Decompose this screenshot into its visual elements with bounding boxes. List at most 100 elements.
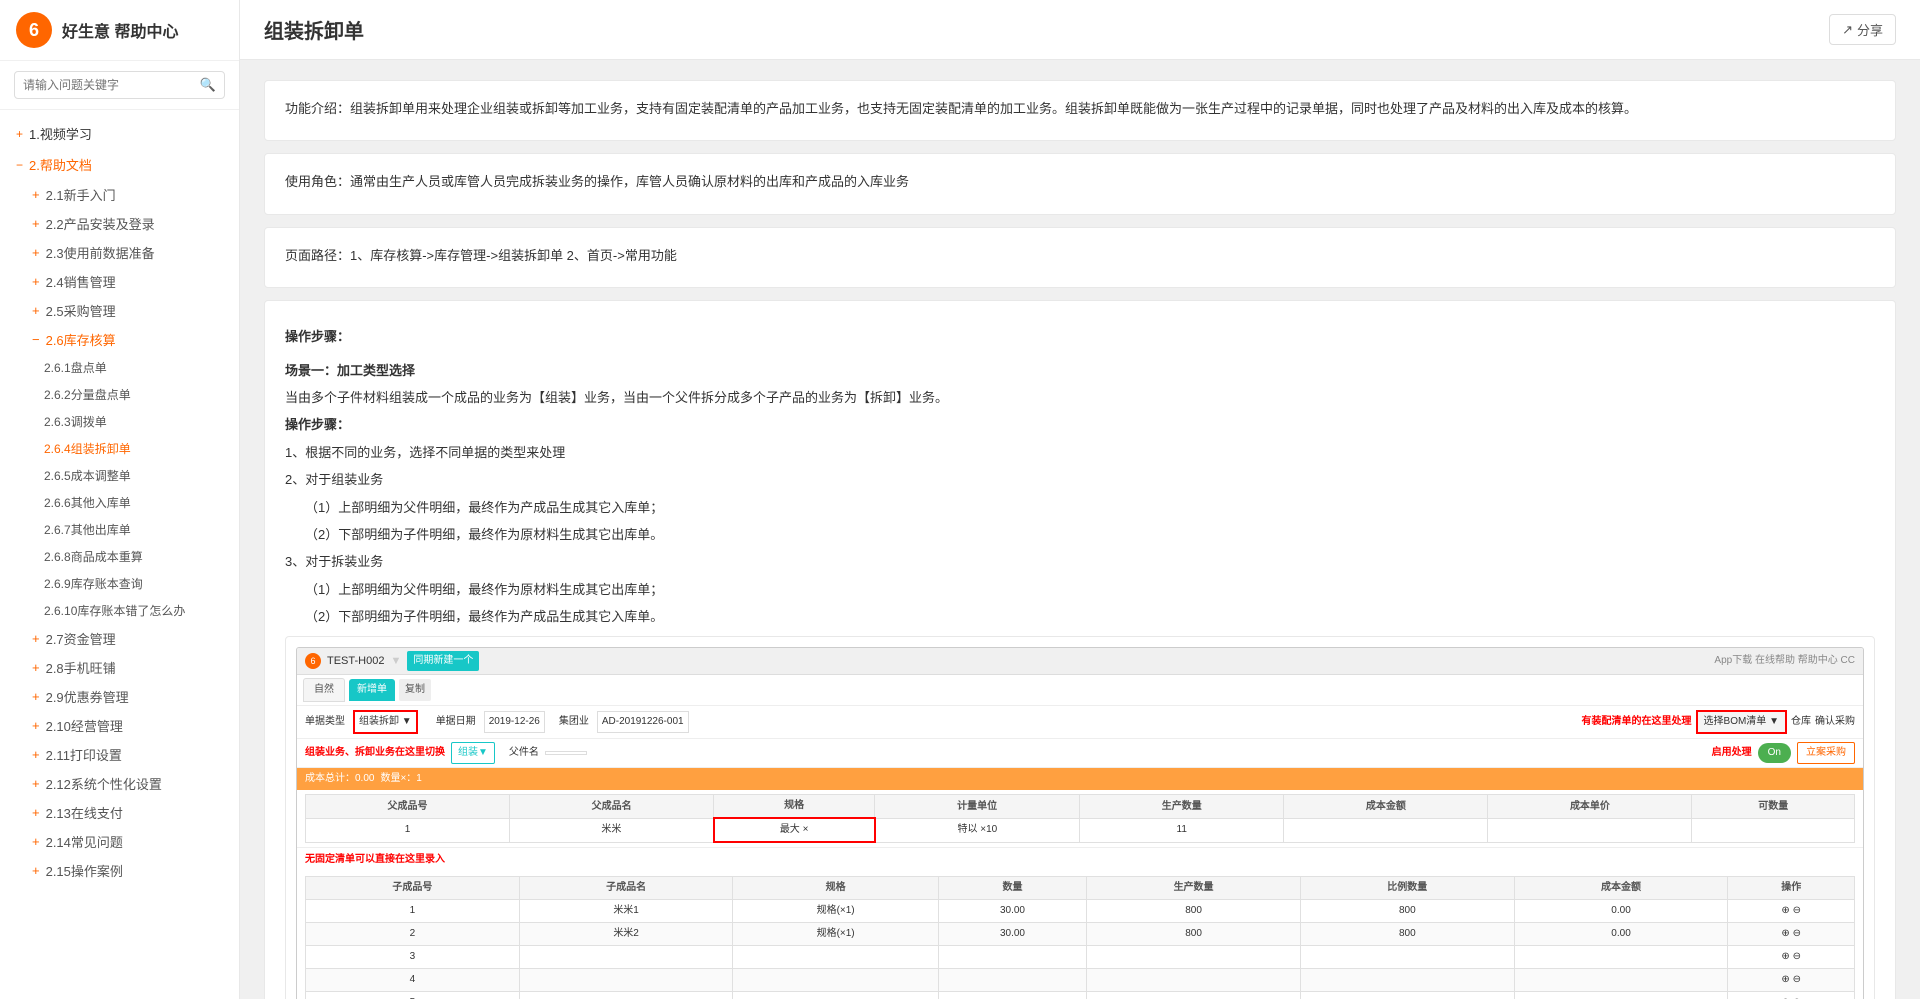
app-lower-table: 子成品号 子成品名 规格 数量 生产数量 比例数量 成本金额 操作 [305, 876, 1855, 999]
steps-label: 操作步骤： [285, 325, 1875, 348]
app-upper-table: 父成品号 父成品名 规格 计量单位 生产数量 成本金额 成本单价 可数量 [305, 794, 1855, 843]
path-card: 页面路径：1、库存核算->库存管理->组装拆卸单 2、首页->常用功能 [264, 227, 1896, 288]
sidebar-item-inventory[interactable]: − 2.6库存核算 [0, 325, 239, 354]
sidebar-item-cost-calc[interactable]: 2.6.8商品成本重算 [0, 543, 239, 570]
sidebar-item-stock-query[interactable]: 2.6.9库存账本查询 [0, 570, 239, 597]
app-title-left: 6 TEST-H002 ▼ 同期新建一个 [305, 651, 479, 671]
role-card: 使用角色：通常由生产人员或库管人员完成拆装业务的操作，库管人员确认原材料的出库和… [264, 153, 1896, 214]
steps-card: 操作步骤： 场景一：加工类型选择 当由多个子件材料组装成一个成品的业务为【组装】… [264, 300, 1896, 999]
sidebar-item-cases[interactable]: + 2.15操作案例 [0, 856, 239, 885]
sidebar-item-online-pay[interactable]: + 2.13在线支付 [0, 798, 239, 827]
path-text: 页面路径：1、库存核算->库存管理->组装拆卸单 2、首页->常用功能 [285, 244, 1875, 267]
app-switch-area: 启用处理 On 立案采购 [1712, 742, 1855, 764]
app-type-toggle[interactable]: 组装▼ [451, 742, 495, 764]
app-tab-new[interactable]: 新增单 [349, 679, 395, 701]
sidebar-item-install[interactable]: + 2.2产品安装及登录 [0, 209, 239, 238]
sidebar-item-customize[interactable]: + 2.12系统个性化设置 [0, 769, 239, 798]
logo-icon: 6 [16, 12, 52, 48]
search-box: 🔍 [14, 71, 225, 99]
app-tab-home[interactable]: 自然 [303, 678, 345, 702]
sidebar-item-assembly[interactable]: 2.6.4组装拆卸单 [0, 435, 239, 462]
collapse-icon-docs: − [16, 158, 23, 172]
app-tab-copy[interactable]: 复制 [399, 679, 431, 701]
plus-icon-sales: + [32, 274, 40, 289]
sidebar-item-sales[interactable]: + 2.4销售管理 [0, 267, 239, 296]
plus-icon-fund: + [32, 631, 40, 646]
annotation-enable: 启用处理 [1712, 744, 1752, 762]
annotation-switch: 组装业务、拆卸业务在这里切换 [305, 744, 445, 762]
plus-icon-print: + [32, 747, 40, 762]
sidebar-item-video[interactable]: + 1.视频学习 [0, 118, 239, 149]
app-screenshot: 6 TEST-H002 ▼ 同期新建一个 App下载 在线帮助 帮助中心 CC … [296, 647, 1864, 999]
app-form-row-right: 有装配清单的在这里处理 选择BOM清单 ▼ 仓库 确认采购 [1582, 710, 1855, 734]
app-form-header: 单据类型 组装拆卸 ▼ 单据日期 2019-12-26 集团业 AD-20191… [297, 706, 1863, 739]
sidebar: 6 好生意 帮助中心 🔍 + 1.视频学习 − 2.帮助文档 + 2.1新手入门… [0, 0, 240, 999]
share-icon: ↗ [1842, 22, 1853, 38]
sidebar-item-newcomer[interactable]: + 2.1新手入门 [0, 180, 239, 209]
step2-sub1: （1）上部明细为父件明细，最终作为产成品生成其它入库单； [305, 496, 1875, 519]
sidebar-item-coupon[interactable]: + 2.9优惠券管理 [0, 682, 239, 711]
step3-sub2: （2）下部明细为子件明细，最终作为产成品生成其它入库单。 [305, 605, 1875, 628]
plus-icon-newcomer: + [32, 187, 40, 202]
minus-icon-inventory: − [32, 332, 40, 347]
sidebar-item-docs[interactable]: − 2.帮助文档 [0, 149, 239, 180]
step2-sub2: （2）下部明细为子件明细，最终作为原材料生成其它出库单。 [305, 523, 1875, 546]
scene1-steps-label: 操作步骤： [285, 413, 1875, 436]
sidebar-item-transfer[interactable]: 2.6.3调拨单 [0, 408, 239, 435]
sidebar-item-other-out[interactable]: 2.6.7其他出库单 [0, 516, 239, 543]
nav-tree: + 1.视频学习 − 2.帮助文档 + 2.1新手入门 + 2.2产品安装及登录… [0, 110, 239, 999]
logo-text: 好生意 帮助中心 [62, 18, 178, 42]
app-type-select[interactable]: 组装拆卸 ▼ [353, 710, 418, 734]
content-area: 功能介绍：组装拆卸单用来处理企业组装或拆卸等加工业务，支持有固定装配清单的产品加… [240, 60, 1920, 999]
app-lower-table-label: 无固定清单可以直接在这里录入 [297, 847, 1863, 872]
step3-sub1: （1）上部明细为父件明细，最终作为原材料生成其它出库单； [305, 578, 1875, 601]
app-form-row-left: 单据类型 组装拆卸 ▼ 单据日期 2019-12-26 集团业 AD-20191… [305, 710, 689, 734]
sidebar-item-ops[interactable]: + 2.10经营管理 [0, 711, 239, 740]
app-upper-table-area: 父成品号 父成品名 规格 计量单位 生产数量 成本金额 成本单价 可数量 [297, 790, 1863, 847]
step3-text: 3、对于拆装业务 [285, 550, 1875, 573]
app-action-bar: 成本总计：0.00 数量×：1 [297, 768, 1863, 790]
lower-table-row3: 3 ⊕ ⊖ [306, 946, 1855, 969]
plus-icon-mobile: + [32, 660, 40, 675]
search-icon[interactable]: 🔍 [200, 77, 216, 93]
app-title-right: App下载 在线帮助 帮助中心 CC [1714, 652, 1855, 670]
main-content: 组装拆卸单 ↗ 分享 功能介绍：组装拆卸单用来处理企业组装或拆卸等加工业务，支持… [240, 0, 1920, 999]
lower-table-row2: 2 米米2 规格(×1) 30.00 800 800 0.00 ⊕ ⊖ [306, 923, 1855, 946]
step2-text: 2、对于组装业务 [285, 468, 1875, 491]
plus-icon-customize: + [32, 776, 40, 791]
app-confirm-btn[interactable]: 立案采购 [1797, 742, 1855, 764]
sidebar-item-cost-adjust[interactable]: 2.6.5成本调整单 [0, 462, 239, 489]
plus-icon-purchase: + [32, 303, 40, 318]
scene1-desc: 当由多个子件材料组装成一个成品的业务为【组装】业务，当由一个父件拆分成多个子产品… [285, 386, 1875, 409]
switch-on-badge[interactable]: On [1758, 743, 1791, 763]
sidebar-item-purchase[interactable]: + 2.5采购管理 [0, 296, 239, 325]
sidebar-item-mobile[interactable]: + 2.8手机旺铺 [0, 653, 239, 682]
top-bar: 组装拆卸单 ↗ 分享 [240, 0, 1920, 60]
search-area: 🔍 [0, 61, 239, 110]
plus-icon-coupon: + [32, 689, 40, 704]
sidebar-item-stocktake[interactable]: 2.6.1盘点单 [0, 354, 239, 381]
sidebar-item-print[interactable]: + 2.11打印设置 [0, 740, 239, 769]
search-input[interactable] [23, 78, 200, 92]
role-text: 使用角色：通常由生产人员或库管人员完成拆装业务的操作，库管人员确认原材料的出库和… [285, 170, 1875, 193]
sidebar-item-fund[interactable]: + 2.7资金管理 [0, 624, 239, 653]
page-title: 组装拆卸单 [264, 15, 364, 44]
plus-icon-install: + [32, 216, 40, 231]
app-bom-select[interactable]: 选择BOM清单 ▼ [1696, 710, 1787, 734]
sidebar-item-partial-stock[interactable]: 2.6.2分量盘点单 [0, 381, 239, 408]
sidebar-item-stock-error[interactable]: 2.6.10库存账本错了怎么办 [0, 597, 239, 624]
app-tab-bar: 自然 新增单 复制 [297, 675, 1863, 706]
sidebar-item-data-prep[interactable]: + 2.3使用前数据准备 [0, 238, 239, 267]
share-button[interactable]: ↗ 分享 [1829, 14, 1896, 45]
step1-text: 1、根据不同的业务，选择不同单据的类型来处理 [285, 441, 1875, 464]
app-lower-table-area: 子成品号 子成品名 规格 数量 生产数量 比例数量 成本金额 操作 [297, 872, 1863, 999]
intro-text: 功能介绍：组装拆卸单用来处理企业组装或拆卸等加工业务，支持有固定装配清单的产品加… [285, 97, 1875, 120]
app-refresh-btn[interactable]: 同期新建一个 [407, 651, 479, 671]
sidebar-item-other-in[interactable]: 2.6.6其他入库单 [0, 489, 239, 516]
sidebar-item-faq[interactable]: + 2.14常见问题 [0, 827, 239, 856]
upper-table-row1: 1 米米 最大 × 特以 ×10 11 [306, 818, 1855, 842]
expand-icon-video: + [16, 127, 23, 141]
plus-icon-online-pay: + [32, 805, 40, 820]
app-form-row2: 组装业务、拆卸业务在这里切换 组装▼ 父件名 启用处理 On 立案采购 [297, 739, 1863, 768]
lower-table-row5: 5 ⊕ ⊖ [306, 992, 1855, 999]
